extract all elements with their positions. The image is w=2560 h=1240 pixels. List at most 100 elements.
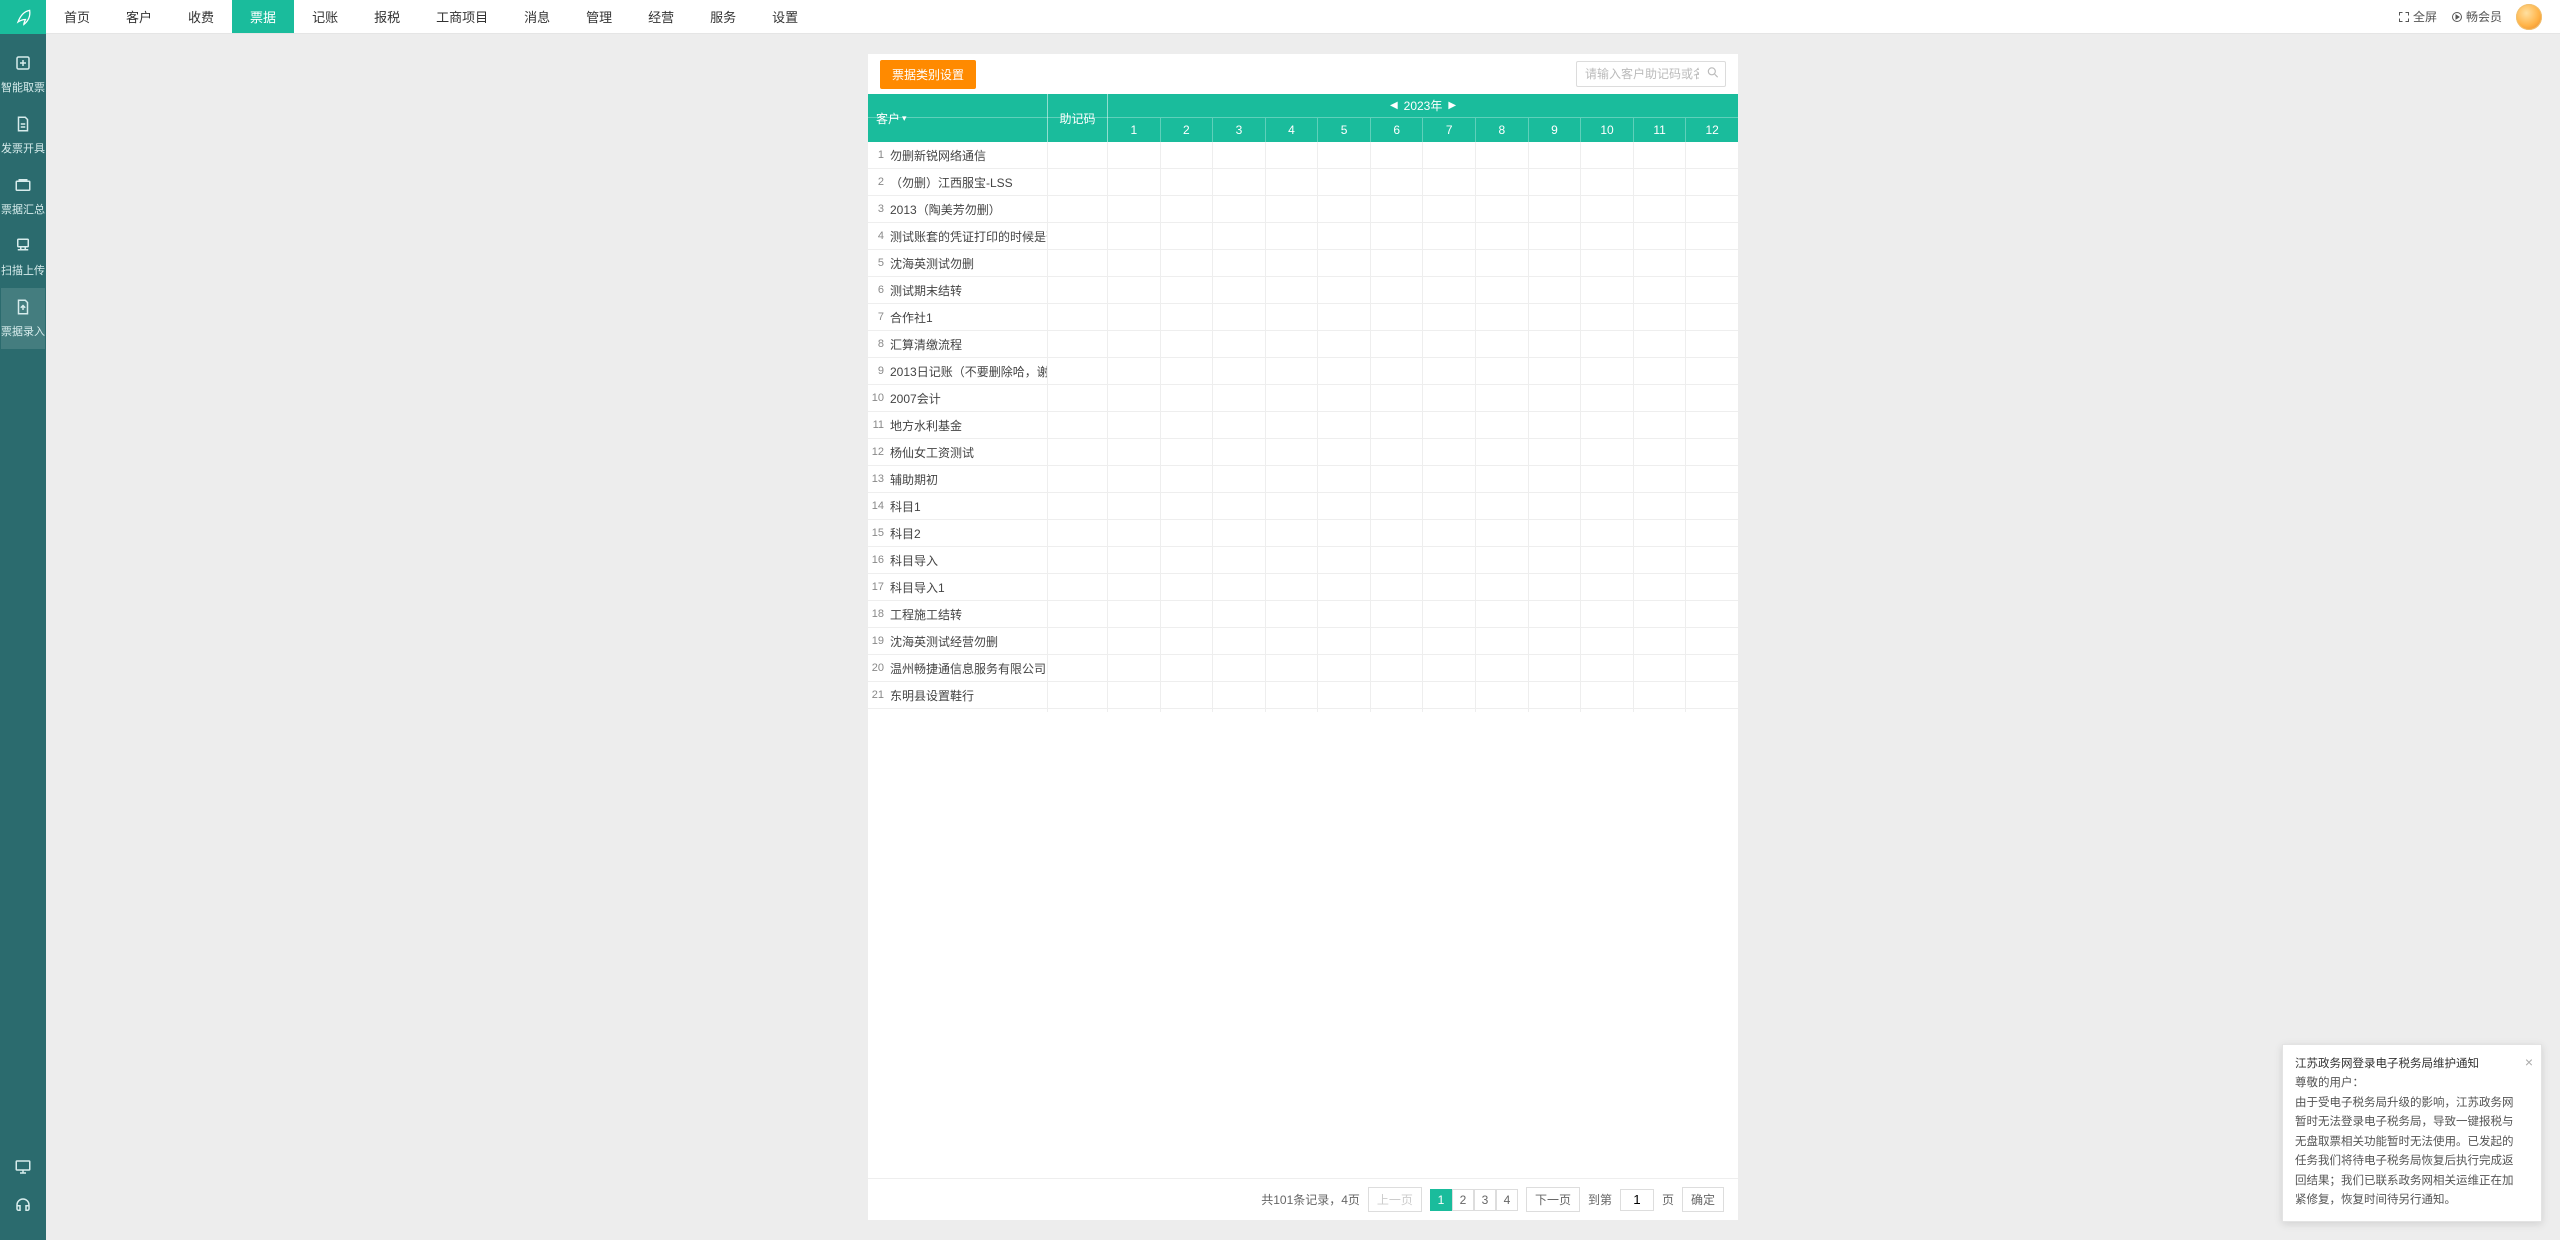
month-cell[interactable] — [1529, 682, 1582, 708]
code-cell[interactable] — [1048, 223, 1108, 249]
month-cell[interactable] — [1686, 709, 1738, 712]
month-cell[interactable] — [1529, 493, 1582, 519]
month-cell[interactable] — [1529, 628, 1582, 654]
month-cell[interactable] — [1108, 196, 1161, 222]
month-cell[interactable] — [1529, 142, 1582, 168]
month-cell[interactable] — [1318, 628, 1371, 654]
code-cell[interactable] — [1048, 304, 1108, 330]
month-cell[interactable] — [1686, 682, 1738, 708]
month-cell[interactable] — [1476, 250, 1529, 276]
month-cell[interactable] — [1476, 574, 1529, 600]
month-cell[interactable] — [1161, 601, 1214, 627]
month-cell[interactable] — [1476, 169, 1529, 195]
month-cell[interactable] — [1213, 628, 1266, 654]
table-row[interactable]: 8汇算清缴流程 — [868, 331, 1738, 358]
month-cell[interactable] — [1318, 601, 1371, 627]
month-cell[interactable] — [1213, 277, 1266, 303]
month-header[interactable]: 8 — [1476, 118, 1529, 142]
month-cell[interactable] — [1108, 439, 1161, 465]
month-cell[interactable] — [1529, 331, 1582, 357]
month-cell[interactable] — [1266, 304, 1319, 330]
month-header[interactable]: 12 — [1686, 118, 1738, 142]
month-cell[interactable] — [1371, 493, 1424, 519]
month-cell[interactable] — [1318, 493, 1371, 519]
page-number[interactable]: 2 — [1452, 1189, 1474, 1211]
month-cell[interactable] — [1161, 574, 1214, 600]
fullscreen-button[interactable]: 全屏 — [2398, 8, 2437, 25]
month-cell[interactable] — [1423, 493, 1476, 519]
month-cell[interactable] — [1318, 466, 1371, 492]
month-cell[interactable] — [1371, 709, 1424, 712]
code-cell[interactable] — [1048, 412, 1108, 438]
month-cell[interactable] — [1318, 358, 1371, 384]
month-cell[interactable] — [1161, 655, 1214, 681]
table-row[interactable]: 222022年十三香 — [868, 709, 1738, 712]
code-cell[interactable] — [1048, 169, 1108, 195]
month-cell[interactable] — [1581, 493, 1634, 519]
code-cell[interactable] — [1048, 601, 1108, 627]
month-cell[interactable] — [1266, 628, 1319, 654]
month-cell[interactable] — [1686, 547, 1738, 573]
month-cell[interactable] — [1423, 682, 1476, 708]
nav-item[interactable]: 票据 — [232, 0, 294, 33]
month-cell[interactable] — [1161, 709, 1214, 712]
month-cell[interactable] — [1213, 358, 1266, 384]
month-cell[interactable] — [1423, 277, 1476, 303]
month-cell[interactable] — [1108, 682, 1161, 708]
month-cell[interactable] — [1476, 520, 1529, 546]
month-cell[interactable] — [1161, 493, 1214, 519]
month-cell[interactable] — [1476, 304, 1529, 330]
month-cell[interactable] — [1423, 574, 1476, 600]
month-cell[interactable] — [1161, 628, 1214, 654]
table-row[interactable]: 19沈海英测试经营勿删 — [868, 628, 1738, 655]
month-cell[interactable] — [1476, 412, 1529, 438]
month-cell[interactable] — [1371, 142, 1424, 168]
month-cell[interactable] — [1634, 601, 1687, 627]
month-cell[interactable] — [1686, 196, 1738, 222]
code-cell[interactable] — [1048, 493, 1108, 519]
code-cell[interactable] — [1048, 574, 1108, 600]
customer-name[interactable]: 合作社1 — [886, 304, 1048, 330]
month-cell[interactable] — [1529, 304, 1582, 330]
month-cell[interactable] — [1686, 439, 1738, 465]
nav-item[interactable]: 设置 — [754, 0, 816, 33]
month-cell[interactable] — [1371, 196, 1424, 222]
month-cell[interactable] — [1634, 709, 1687, 712]
month-cell[interactable] — [1686, 358, 1738, 384]
month-cell[interactable] — [1318, 655, 1371, 681]
month-cell[interactable] — [1686, 466, 1738, 492]
table-row[interactable]: 17科目导入1 — [868, 574, 1738, 601]
page-number[interactable]: 1 — [1430, 1189, 1452, 1211]
month-cell[interactable] — [1371, 655, 1424, 681]
month-cell[interactable] — [1529, 169, 1582, 195]
month-cell[interactable] — [1581, 601, 1634, 627]
month-cell[interactable] — [1266, 142, 1319, 168]
month-cell[interactable] — [1161, 385, 1214, 411]
month-cell[interactable] — [1581, 412, 1634, 438]
customer-name[interactable]: 2013日记账（不要删除哈，谢... — [886, 358, 1048, 384]
month-cell[interactable] — [1423, 358, 1476, 384]
month-cell[interactable] — [1423, 223, 1476, 249]
month-cell[interactable] — [1266, 466, 1319, 492]
month-cell[interactable] — [1213, 466, 1266, 492]
month-header[interactable]: 4 — [1266, 118, 1319, 142]
month-cell[interactable] — [1371, 601, 1424, 627]
customer-name[interactable]: 杨仙女工资测试 — [886, 439, 1048, 465]
code-cell[interactable] — [1048, 358, 1108, 384]
customer-name[interactable]: 温州畅捷通信息服务有限公司 — [886, 655, 1048, 681]
code-cell[interactable] — [1048, 709, 1108, 712]
table-row[interactable]: 18工程施工结转 — [868, 601, 1738, 628]
month-cell[interactable] — [1476, 601, 1529, 627]
month-cell[interactable] — [1213, 574, 1266, 600]
month-cell[interactable] — [1476, 331, 1529, 357]
nav-item[interactable]: 服务 — [692, 0, 754, 33]
table-row[interactable]: 20温州畅捷通信息服务有限公司 — [868, 655, 1738, 682]
customer-name[interactable]: 2022年十三香 — [886, 709, 1048, 712]
month-cell[interactable] — [1108, 601, 1161, 627]
month-cell[interactable] — [1371, 547, 1424, 573]
month-cell[interactable] — [1318, 223, 1371, 249]
month-cell[interactable] — [1476, 223, 1529, 249]
month-cell[interactable] — [1266, 412, 1319, 438]
month-cell[interactable] — [1423, 439, 1476, 465]
month-cell[interactable] — [1581, 304, 1634, 330]
